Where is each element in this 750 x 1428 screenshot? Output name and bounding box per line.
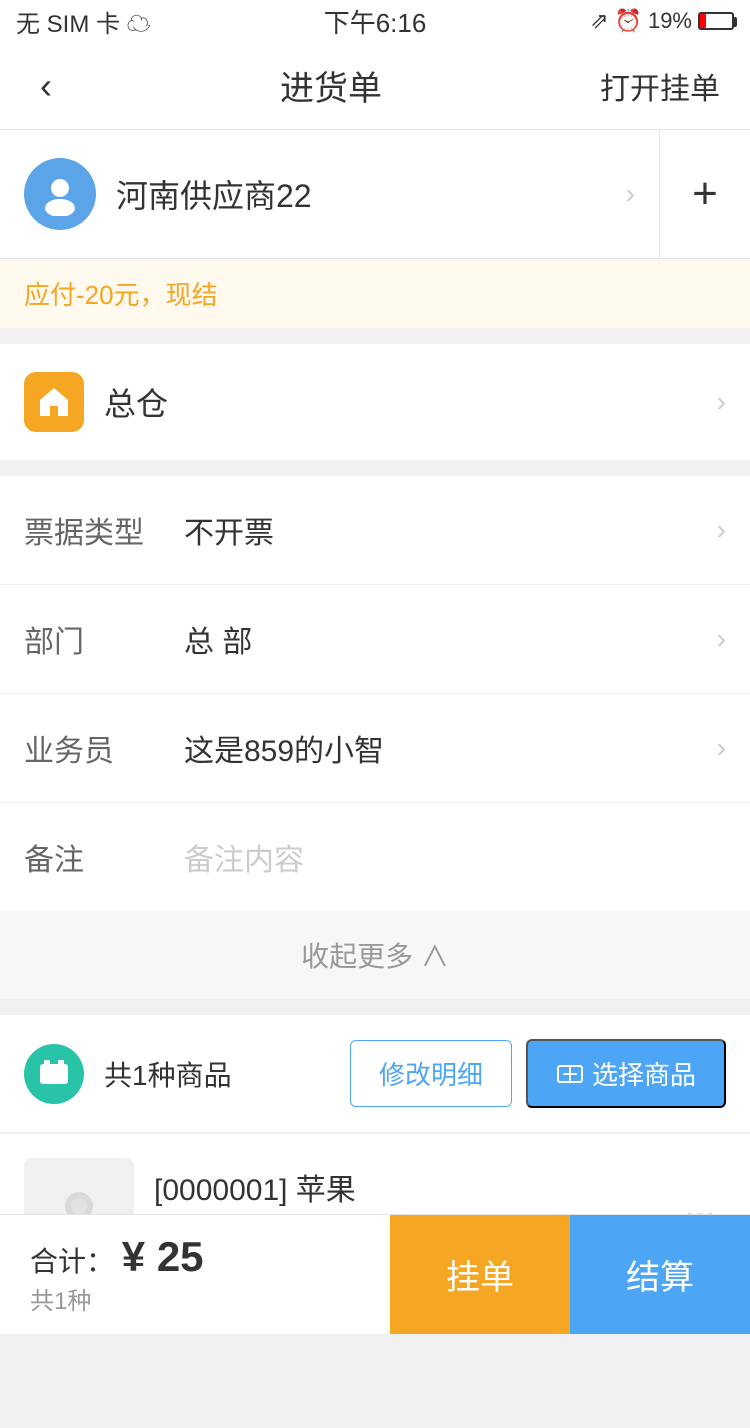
add-supplier-button[interactable]: +: [660, 130, 750, 258]
supplier-name: 河南供应商22: [116, 171, 626, 217]
department-row[interactable]: 部门 总 部 ›: [0, 585, 750, 694]
open-hang-button[interactable]: 打开挂单: [600, 64, 720, 108]
chevron-right-icon: ›: [717, 623, 726, 655]
remark-row[interactable]: 备注 备注内容: [0, 803, 750, 911]
nav-bar: ‹ 进货单 打开挂单: [0, 42, 750, 130]
checkout-button[interactable]: 结算: [570, 1215, 750, 1334]
supplier-selector[interactable]: 河南供应商22 ›: [0, 130, 660, 258]
warehouse-row[interactable]: 总仓 ›: [0, 344, 750, 460]
product-count-icon: [24, 1044, 84, 1104]
product-count-text: 共1种商品: [104, 1054, 350, 1094]
salesperson-value: 这是859的小智: [164, 726, 717, 770]
footer-total: 合计： ¥ 25 共1种: [0, 1233, 390, 1316]
remark-value: 备注内容: [164, 835, 726, 879]
total-sub: 共1种: [30, 1281, 360, 1316]
department-value: 总 部: [164, 617, 717, 661]
chevron-right-icon: ›: [626, 178, 635, 210]
status-time: 下午6:16: [324, 3, 427, 40]
battery-icon: [698, 12, 734, 30]
back-button[interactable]: ‹: [30, 55, 62, 117]
total-label: 合计：: [30, 1246, 114, 1277]
hang-button[interactable]: 挂单: [390, 1215, 570, 1334]
status-bar: 无 SIM 卡 ☁ 下午6:16 ⇗ ⏰ 19%: [0, 0, 750, 42]
warehouse-name: 总仓: [104, 379, 717, 425]
total-amount: ¥ 25: [122, 1233, 204, 1280]
invoice-type-label: 票据类型: [24, 508, 164, 552]
status-right: ⇗ ⏰ 19%: [590, 8, 734, 34]
collapse-button[interactable]: 收起更多 ∧: [0, 911, 750, 999]
salesperson-label: 业务员: [24, 726, 164, 770]
status-left: 无 SIM 卡 ☁: [16, 4, 151, 39]
chevron-right-icon: ›: [717, 514, 726, 546]
invoice-type-row[interactable]: 票据类型 不开票 ›: [0, 476, 750, 585]
remark-label: 备注: [24, 835, 164, 879]
edit-detail-button[interactable]: 修改明细: [350, 1040, 512, 1107]
invoice-type-value: 不开票: [164, 508, 717, 552]
select-product-button[interactable]: 选择商品: [526, 1039, 726, 1108]
salesperson-row[interactable]: 业务员 这是859的小智 ›: [0, 694, 750, 803]
alarm-icon: ⏰: [615, 8, 642, 34]
form-section: 票据类型 不开票 › 部门 总 部 › 业务员 这是859的小智 › 备注 备注…: [0, 476, 750, 911]
warehouse-icon: [24, 372, 84, 432]
product-header: 共1种商品 修改明细 选择商品: [0, 1015, 750, 1132]
battery-text: 19%: [648, 8, 692, 34]
location-icon: ⇗: [590, 8, 608, 34]
chevron-right-icon: ›: [717, 386, 726, 418]
select-product-label: 选择商品: [592, 1055, 696, 1092]
footer: 合计： ¥ 25 共1种 挂单 结算: [0, 1214, 750, 1334]
product-name: [0000001] 苹果: [154, 1165, 674, 1209]
signal-text: 无 SIM 卡 ☁: [16, 4, 151, 39]
department-label: 部门: [24, 617, 164, 661]
supplier-avatar: [24, 158, 96, 230]
supplier-section: 河南供应商22 › +: [0, 130, 750, 259]
chevron-right-icon: ›: [717, 732, 726, 764]
supplier-notice: 应付-20元，现结: [0, 259, 750, 328]
page-title: 进货单: [280, 61, 382, 110]
